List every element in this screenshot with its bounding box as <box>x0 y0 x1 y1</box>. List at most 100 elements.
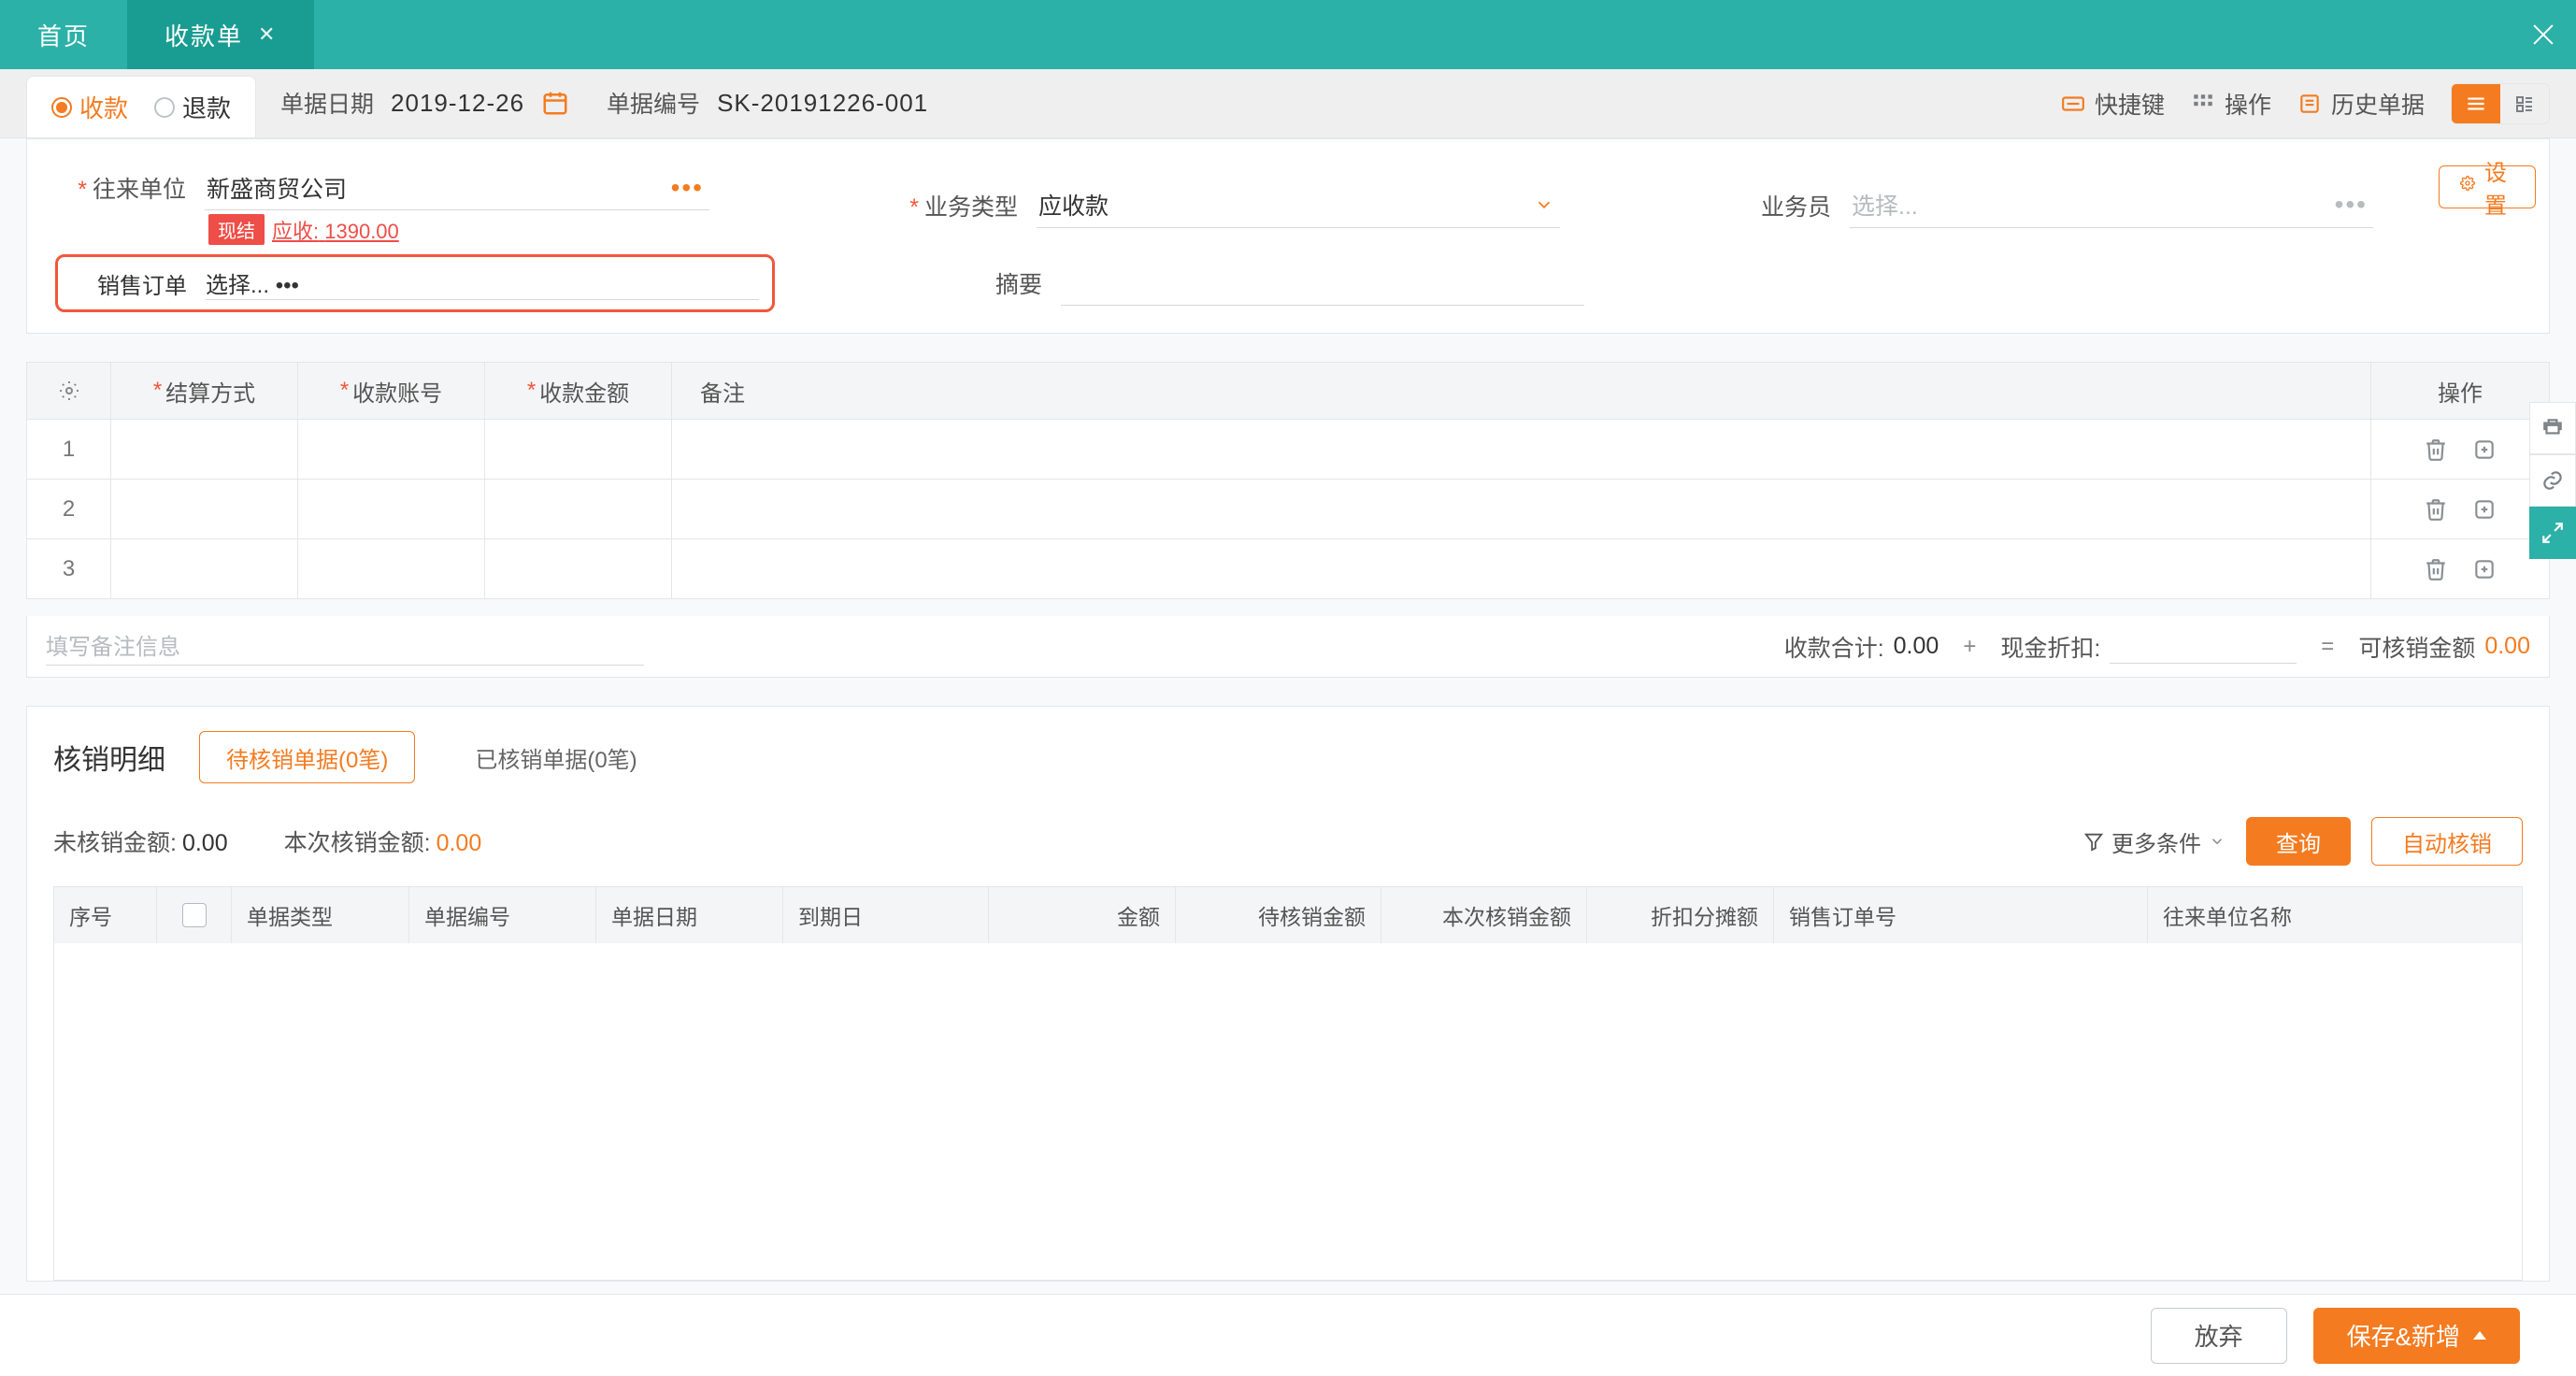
cell-settle[interactable] <box>111 420 298 479</box>
more-icon[interactable]: ••• <box>671 173 704 203</box>
doc-no-label: 单据编号 <box>607 86 700 120</box>
salesman-input[interactable]: 选择... ••• <box>1850 183 2373 228</box>
summary-input[interactable] <box>1061 261 1584 306</box>
cell-remark[interactable] <box>672 420 2371 479</box>
vcol-salesorder: 销售订单号 <box>1774 887 2148 943</box>
history-button[interactable]: 历史单据 <box>2297 87 2425 121</box>
side-expand-button[interactable] <box>2529 507 2576 559</box>
cash-discount: 现金折扣: <box>2000 630 2297 664</box>
party-input[interactable]: 新盛商贸公司 ••• <box>205 165 709 210</box>
trash-icon[interactable] <box>2424 557 2448 581</box>
footer-bar: 放弃 保存&新增 <box>0 1294 2576 1376</box>
mode-receive-radio[interactable]: 收款 <box>51 90 128 124</box>
salesorder-highlight: 销售订单 选择... ••• <box>55 254 775 312</box>
biztype-value: 应收款 <box>1038 188 1109 222</box>
entry-row[interactable]: 3 <box>27 538 2549 598</box>
cell-amount[interactable] <box>485 420 672 479</box>
cell-account[interactable] <box>298 420 485 479</box>
form-panel: *往来单位 新盛商贸公司 ••• 现结 应收: 1390.00 *业务类型 应收… <box>26 138 2550 334</box>
remark-input[interactable]: 填写备注信息 <box>46 628 644 666</box>
keyboard-icon <box>2061 92 2085 116</box>
tab-done[interactable]: 已核销单据(0笔) <box>449 731 663 783</box>
thistime-amount: 本次核销金额:0.00 <box>284 824 482 858</box>
vcol-discount: 折扣分摊额 <box>1587 887 1774 943</box>
chevron-down-icon <box>2209 833 2225 850</box>
view-list-button[interactable] <box>2452 84 2500 123</box>
grid-icon <box>2191 92 2215 116</box>
save-and-new-button[interactable]: 保存&新增 <box>2313 1308 2520 1364</box>
col-ops: 操作 <box>2371 363 2549 419</box>
verify-table-body <box>54 943 2522 1280</box>
view-card-button[interactable] <box>2500 84 2549 123</box>
row-index: 3 <box>27 539 111 598</box>
view-toggle <box>2451 83 2550 124</box>
discard-button[interactable]: 放弃 <box>2151 1308 2287 1364</box>
add-row-icon[interactable] <box>2472 437 2497 462</box>
verify-table-header: 序号 单据类型 单据编号 单据日期 到期日 金额 待核销金额 本次核销金额 折扣… <box>54 887 2522 943</box>
entry-gear-button[interactable] <box>27 363 111 419</box>
chevron-down-icon <box>1534 194 1554 215</box>
radio-dot-icon <box>51 97 72 118</box>
trash-icon[interactable] <box>2424 437 2448 462</box>
tab-receipt-label: 收款单 <box>165 18 243 52</box>
biztype-label: *业务类型 <box>887 189 1018 222</box>
biztype-field: *业务类型 应收款 <box>887 165 1560 245</box>
calendar-icon[interactable] <box>541 89 569 117</box>
window-close-button[interactable] <box>2511 0 2576 69</box>
tab-home[interactable]: 首页 <box>0 0 127 69</box>
summary-label: 摘要 <box>911 266 1042 300</box>
entry-table-header: *结算方式 *收款账号 *收款金额 备注 操作 <box>27 363 2549 419</box>
salesman-field: 业务员 选择... ••• <box>1738 165 2373 245</box>
entry-row[interactable]: 1 <box>27 419 2549 479</box>
vcol-seq: 序号 <box>54 887 157 943</box>
entry-table: *结算方式 *收款账号 *收款金额 备注 操作 1 2 3 <box>26 362 2550 599</box>
history-icon <box>2297 92 2322 116</box>
col-account: *收款账号 <box>298 363 485 419</box>
more-icon[interactable]: ••• <box>276 273 299 298</box>
row-ops <box>2371 420 2549 479</box>
total-amount: 收款合计: 0.00 <box>1784 630 1939 664</box>
summary-field: 摘要 <box>911 261 1584 306</box>
vcol-partyname: 往来单位名称 <box>2148 887 2522 943</box>
receivable-link[interactable]: 应收: 1390.00 <box>272 215 399 245</box>
operate-button[interactable]: 操作 <box>2191 87 2271 121</box>
tab-receipt[interactable]: 收款单 ✕ <box>127 0 314 69</box>
col-remark: 备注 <box>672 363 2371 419</box>
auto-writeoff-button[interactable]: 自动核销 <box>2371 817 2523 866</box>
trash-icon[interactable] <box>2424 497 2448 522</box>
query-button[interactable]: 查询 <box>2246 817 2351 866</box>
plus-sign: + <box>1955 634 1983 660</box>
vcol-pending: 待核销金额 <box>1176 887 1381 943</box>
salesorder-input[interactable]: 选择... ••• <box>206 266 759 300</box>
add-row-icon[interactable] <box>2472 557 2497 581</box>
entry-row[interactable]: 2 <box>27 479 2549 538</box>
select-all-checkbox[interactable] <box>182 903 207 927</box>
document-header-bar: 收款 退款 单据日期 2019-12-26 单据编号 SK-20191226-0… <box>0 69 2576 138</box>
add-row-icon[interactable] <box>2472 497 2497 522</box>
mode-refund-radio[interactable]: 退款 <box>154 90 231 124</box>
doc-date-field: 单据日期 2019-12-26 <box>280 68 569 137</box>
vcol-docdate: 单据日期 <box>596 887 783 943</box>
tab-close-icon[interactable]: ✕ <box>258 24 277 45</box>
shortcut-button[interactable]: 快捷键 <box>2061 87 2165 121</box>
side-print-button[interactable] <box>2529 402 2576 454</box>
verify-meta: 未核销金额:0.00 本次核销金额:0.00 更多条件 查询 自动核销 <box>53 817 2523 866</box>
biztype-select[interactable]: 应收款 <box>1037 183 1560 228</box>
writeoff-amount: 可核销金额 0.00 <box>2358 630 2530 664</box>
vcol-type: 单据类型 <box>232 887 409 943</box>
more-filter-button[interactable]: 更多条件 <box>2083 825 2225 858</box>
settings-button[interactable]: 设置 <box>2439 165 2536 208</box>
tab-pending[interactable]: 待核销单据(0笔) <box>199 731 415 783</box>
mode-refund-label: 退款 <box>182 90 231 124</box>
vcol-check <box>157 887 232 943</box>
salesorder-placeholder: 选择... <box>206 273 269 298</box>
more-icon[interactable]: ••• <box>2335 190 2368 220</box>
col-settle: *结算方式 <box>111 363 298 419</box>
radio-dot-icon <box>154 97 175 118</box>
doc-date-value[interactable]: 2019-12-26 <box>391 89 524 118</box>
party-balance: 现结 应收: 1390.00 <box>208 214 709 245</box>
party-label: *往来单位 <box>55 171 186 205</box>
vcol-duedate: 到期日 <box>783 887 989 943</box>
side-link-button[interactable] <box>2529 454 2576 507</box>
cash-discount-input[interactable] <box>2110 630 2297 664</box>
